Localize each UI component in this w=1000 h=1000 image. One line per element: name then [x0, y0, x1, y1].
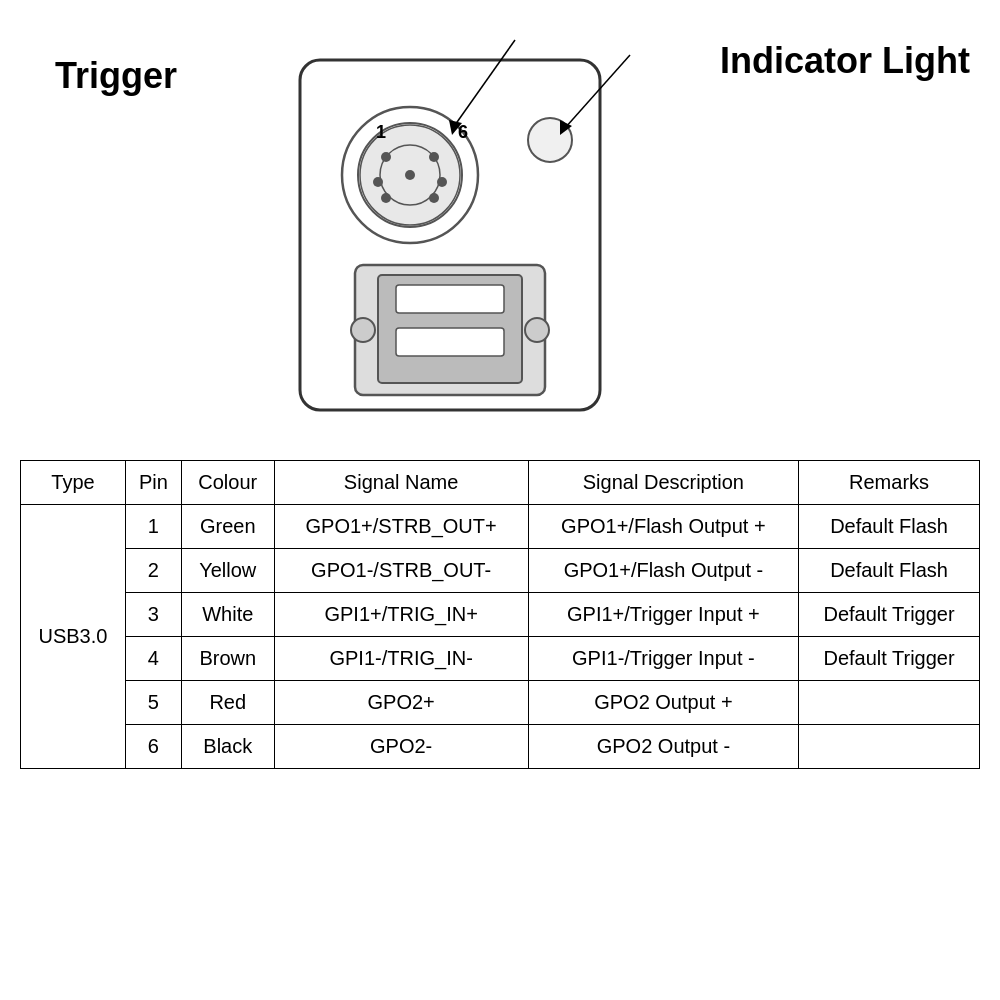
- indicator-label: Indicator Light: [720, 40, 970, 82]
- cell-colour: Green: [181, 505, 274, 549]
- cell-signal-name: GPO2+: [274, 681, 528, 725]
- col-colour: Colour: [181, 461, 274, 505]
- cell-colour: Brown: [181, 637, 274, 681]
- col-pin: Pin: [125, 461, 181, 505]
- svg-point-16: [351, 318, 375, 342]
- pin-table: Type Pin Colour Signal Name Signal Descr…: [20, 460, 980, 769]
- svg-point-9: [437, 177, 447, 187]
- col-remarks: Remarks: [799, 461, 980, 505]
- cell-colour: Yellow: [181, 549, 274, 593]
- svg-point-7: [429, 152, 439, 162]
- cell-remarks: Default Trigger: [799, 637, 980, 681]
- cell-remarks: Default Flash: [799, 549, 980, 593]
- connector-diagram: 1 6: [270, 30, 650, 430]
- table-row: 4BrownGPI1-/TRIG_IN-GPI1-/Trigger Input …: [21, 637, 980, 681]
- col-signal-name: Signal Name: [274, 461, 528, 505]
- svg-point-5: [405, 170, 415, 180]
- cell-colour: White: [181, 593, 274, 637]
- svg-line-23: [565, 55, 630, 128]
- cell-remarks: [799, 725, 980, 769]
- col-signal-desc: Signal Description: [528, 461, 798, 505]
- cell-signal-desc: GPI1-/Trigger Input -: [528, 637, 798, 681]
- cell-signal-name: GPO1+/STRB_OUT+: [274, 505, 528, 549]
- svg-point-8: [373, 177, 383, 187]
- cell-signal-desc: GPO2 Output +: [528, 681, 798, 725]
- svg-text:1: 1: [376, 122, 386, 142]
- svg-point-10: [381, 193, 391, 203]
- cell-colour: Black: [181, 725, 274, 769]
- svg-point-11: [429, 193, 439, 203]
- col-type: Type: [21, 461, 126, 505]
- cell-pin: 2: [125, 549, 181, 593]
- cell-signal-desc: GPO1+/Flash Output -: [528, 549, 798, 593]
- cell-pin: 5: [125, 681, 181, 725]
- cell-signal-desc: GPO1+/Flash Output +: [528, 505, 798, 549]
- cell-signal-name: GPI1+/TRIG_IN+: [274, 593, 528, 637]
- cell-signal-desc: GPO2 Output -: [528, 725, 798, 769]
- trigger-label: Trigger: [55, 55, 177, 97]
- table-row: USB3.01GreenGPO1+/STRB_OUT+GPO1+/Flash O…: [21, 505, 980, 549]
- table-row: 2YellowGPO1-/STRB_OUT-GPO1+/Flash Output…: [21, 549, 980, 593]
- cell-signal-desc: GPI1+/Trigger Input +: [528, 593, 798, 637]
- cell-remarks: [799, 681, 980, 725]
- diagram-area: Trigger Indicator Light: [0, 0, 1000, 460]
- cell-pin: 3: [125, 593, 181, 637]
- cell-type: USB3.0: [21, 505, 126, 769]
- cell-pin: 4: [125, 637, 181, 681]
- cell-remarks: Default Trigger: [799, 593, 980, 637]
- cell-signal-name: GPO2-: [274, 725, 528, 769]
- svg-rect-19: [396, 285, 504, 313]
- table-row: 3WhiteGPI1+/TRIG_IN+GPI1+/Trigger Input …: [21, 593, 980, 637]
- svg-point-6: [381, 152, 391, 162]
- svg-point-17: [525, 318, 549, 342]
- cell-pin: 1: [125, 505, 181, 549]
- page: Trigger Indicator Light: [0, 0, 1000, 1000]
- svg-rect-20: [396, 328, 504, 356]
- table-area: Type Pin Colour Signal Name Signal Descr…: [20, 460, 980, 990]
- svg-line-21: [455, 40, 515, 125]
- table-header-row: Type Pin Colour Signal Name Signal Descr…: [21, 461, 980, 505]
- cell-remarks: Default Flash: [799, 505, 980, 549]
- cell-pin: 6: [125, 725, 181, 769]
- table-row: 5RedGPO2+GPO2 Output +: [21, 681, 980, 725]
- cell-colour: Red: [181, 681, 274, 725]
- cell-signal-name: GPI1-/TRIG_IN-: [274, 637, 528, 681]
- table-row: 6BlackGPO2-GPO2 Output -: [21, 725, 980, 769]
- cell-signal-name: GPO1-/STRB_OUT-: [274, 549, 528, 593]
